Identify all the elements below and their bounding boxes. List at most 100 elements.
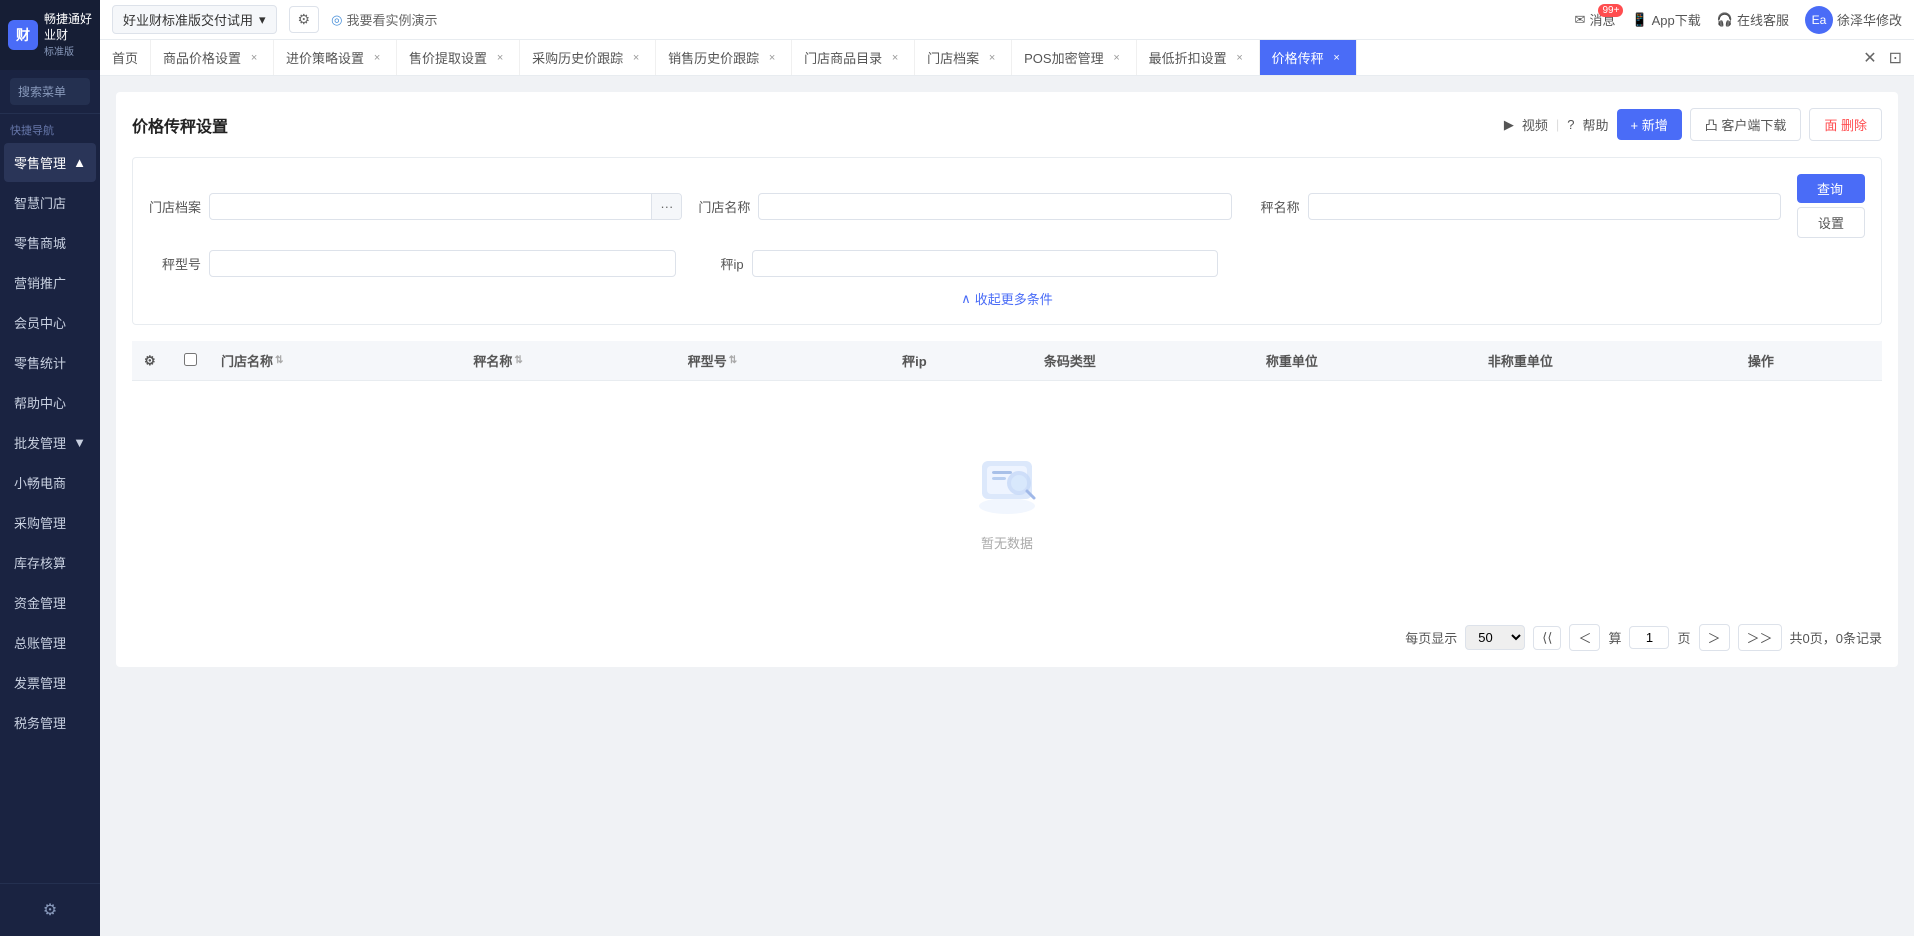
store-archive-dots-button[interactable]: ··· [651,194,681,219]
select-all-checkbox[interactable] [184,353,197,366]
tab-item-2[interactable]: 进价策略设置× [274,40,397,75]
content-area: 价格传秤设置 ▶ 视频 | ? 帮助 + 新增 凸 客户端下载 面 删除 [100,76,1914,936]
tab-item-0[interactable]: 首页 [100,40,151,75]
sidebar-item-xiaochang[interactable]: 小畅电商 [4,463,96,502]
sidebar-item-retail_stats[interactable]: 零售统计 [4,343,96,382]
page-actions: ▶ 视频 | ? 帮助 + 新增 凸 客户端下载 面 删除 [1504,108,1882,141]
headset-icon: 🎧 [1717,12,1733,28]
sidebar-item-label-invoice: 发票管理 [14,673,66,692]
page-number-input[interactable] [1629,626,1669,649]
non-weight-unit-col-label: 非称重单位 [1488,354,1553,369]
th-settings: ⚙ [132,341,172,381]
tab-item-1[interactable]: 商品价格设置× [151,40,274,75]
tab-item-9[interactable]: 最低折扣设置× [1137,40,1260,75]
tab-item-5[interactable]: 销售历史价跟踪 × [656,40,792,75]
sidebar-item-wholesale[interactable]: 批发管理 ▼ [4,423,96,462]
tab-close-5[interactable]: × [765,51,779,65]
scale-name-input[interactable] [1308,193,1781,220]
tab-close-10[interactable]: × [1330,51,1344,65]
last-page-button[interactable]: ＞＞ [1738,624,1782,651]
page-word: 算 [1608,628,1621,647]
delete-button[interactable]: 面 删除 [1809,108,1882,141]
app-download-action[interactable]: 📱 App下载 [1631,10,1700,29]
sidebar-item-retail[interactable]: 零售管理 ▲ [4,143,96,182]
message-action[interactable]: ✉ 消息 99+ [1575,10,1616,29]
scale-ip-input[interactable] [752,250,1219,277]
demo-link[interactable]: ◎ 我要看实例演示 [331,10,437,29]
sort-icon-store-name[interactable]: ⇅ [275,355,283,366]
collapse-button[interactable]: ∧ 收起更多条件 [149,289,1865,308]
settings-form-button[interactable]: 设置 [1797,207,1865,238]
sidebar-item-label-smart_store: 智慧门店 [14,193,66,212]
user-menu[interactable]: Ea 徐泽华修改 [1805,6,1902,34]
store-name-label: 门店名称 [698,197,750,216]
tab-label-5: 销售历史价跟踪 [668,48,759,67]
th-barcode-type: 条码类型 [1032,341,1254,381]
sidebar-item-invoice[interactable]: 发票管理 [4,663,96,702]
eye-icon: ◎ [331,12,342,28]
tab-close-9[interactable]: × [1233,51,1247,65]
collapse-label: 收起更多条件 [975,289,1053,308]
app-logo-icon: 财 [8,20,38,50]
message-badge: 99+ [1598,4,1623,17]
add-button[interactable]: + 新增 [1617,109,1682,140]
tab-item-10[interactable]: 价格传秤× [1260,40,1357,75]
search-menu-button[interactable]: 搜索菜单 [10,78,90,105]
search-row-1: 门店档案 ··· 门店名称 秤名称 [149,174,1865,238]
tab-item-6[interactable]: 门店商品目录 × [792,40,915,75]
expand-tabs-button[interactable]: ⊡ [1885,44,1906,72]
tab-close-4[interactable]: × [629,51,643,65]
gear-icon[interactable]: ⚙ [144,353,156,368]
tab-item-4[interactable]: 采购历史价跟踪× [520,40,656,75]
download-button[interactable]: 凸 客户端下载 [1690,108,1802,141]
tab-label-6: 门店商品目录 [804,48,882,67]
next-page-button[interactable]: ＞ [1699,624,1730,651]
sidebar-item-help_center[interactable]: 帮助中心 [4,383,96,422]
tab-label-0: 首页 [112,48,138,67]
sidebar-item-tax[interactable]: 税务管理 [4,703,96,742]
store-archive-input[interactable] [210,194,651,219]
tab-close-7[interactable]: × [985,51,999,65]
sidebar-item-purchase[interactable]: 采购管理 [4,503,96,542]
online-service-action[interactable]: 🎧 在线客服 [1717,10,1789,29]
sidebar-item-label-wholesale: 批发管理 [14,433,66,452]
tab-close-2[interactable]: × [370,51,384,65]
sidebar-item-inventory[interactable]: 库存核算 [4,543,96,582]
sidebar-item-label-retail_mall: 零售商城 [14,233,66,252]
sort-icon-scale-model[interactable]: ⇅ [729,355,737,366]
sidebar-settings-button[interactable]: ⚙ [10,894,90,926]
scale-model-input[interactable] [209,250,676,277]
tab-close-1[interactable]: × [247,51,261,65]
prev-page-button[interactable]: ＜ [1569,624,1600,651]
tab-close-8[interactable]: × [1110,51,1124,65]
query-button[interactable]: 查询 [1797,174,1865,203]
sidebar-item-inner: 会员中心 [14,313,66,332]
tab-item-8[interactable]: POS加密管理× [1012,40,1136,75]
sidebar-item-retail_mall[interactable]: 零售商城 [4,223,96,262]
close-all-tabs-button[interactable]: ✕ [1859,44,1880,72]
store-name-input[interactable] [758,193,1231,220]
tab-item-3[interactable]: 售价提取设置× [397,40,520,75]
tab-label-7: 门店档案 [927,48,979,67]
sort-icon-scale-name[interactable]: ⇅ [514,355,522,366]
tab-item-7[interactable]: 门店档案 × [915,40,1012,75]
sidebar-item-inner: 零售管理 [14,153,66,172]
sidebar-item-general_ledger[interactable]: 总账管理 [4,623,96,662]
sidebar: 财 畅捷通好业财 标准版 搜索菜单 快捷导航 零售管理 ▲ 智慧门店 零售商城 [0,0,100,936]
sidebar-item-smart_store[interactable]: 智慧门店 [4,183,96,222]
tab-close-6[interactable]: × [888,51,902,65]
sidebar-item-marketing[interactable]: 营销推广 [4,263,96,302]
per-page-select[interactable]: 50 10 20 100 [1465,625,1525,650]
tab-close-3[interactable]: × [493,51,507,65]
topbar-settings-button[interactable]: ⚙ [289,6,320,33]
first-page-button[interactable]: ⟨⟨ [1533,626,1561,650]
barcode-type-col-label: 条码类型 [1044,354,1096,369]
sidebar-item-inner: 营销推广 [14,273,66,292]
sidebar-item-inner: 采购管理 [14,513,66,532]
chevron-up-icon: ∧ [961,291,971,307]
version-selector[interactable]: 好业财标准版交付试用 ▾ [112,5,277,34]
data-table: ⚙ 门店名称⇅ 秤名称⇅ 秤型号⇅ [132,341,1882,381]
sidebar-item-member[interactable]: 会员中心 [4,303,96,342]
sidebar-logo: 财 畅捷通好业财 标准版 [0,0,100,70]
sidebar-item-finance[interactable]: 资金管理 [4,583,96,622]
